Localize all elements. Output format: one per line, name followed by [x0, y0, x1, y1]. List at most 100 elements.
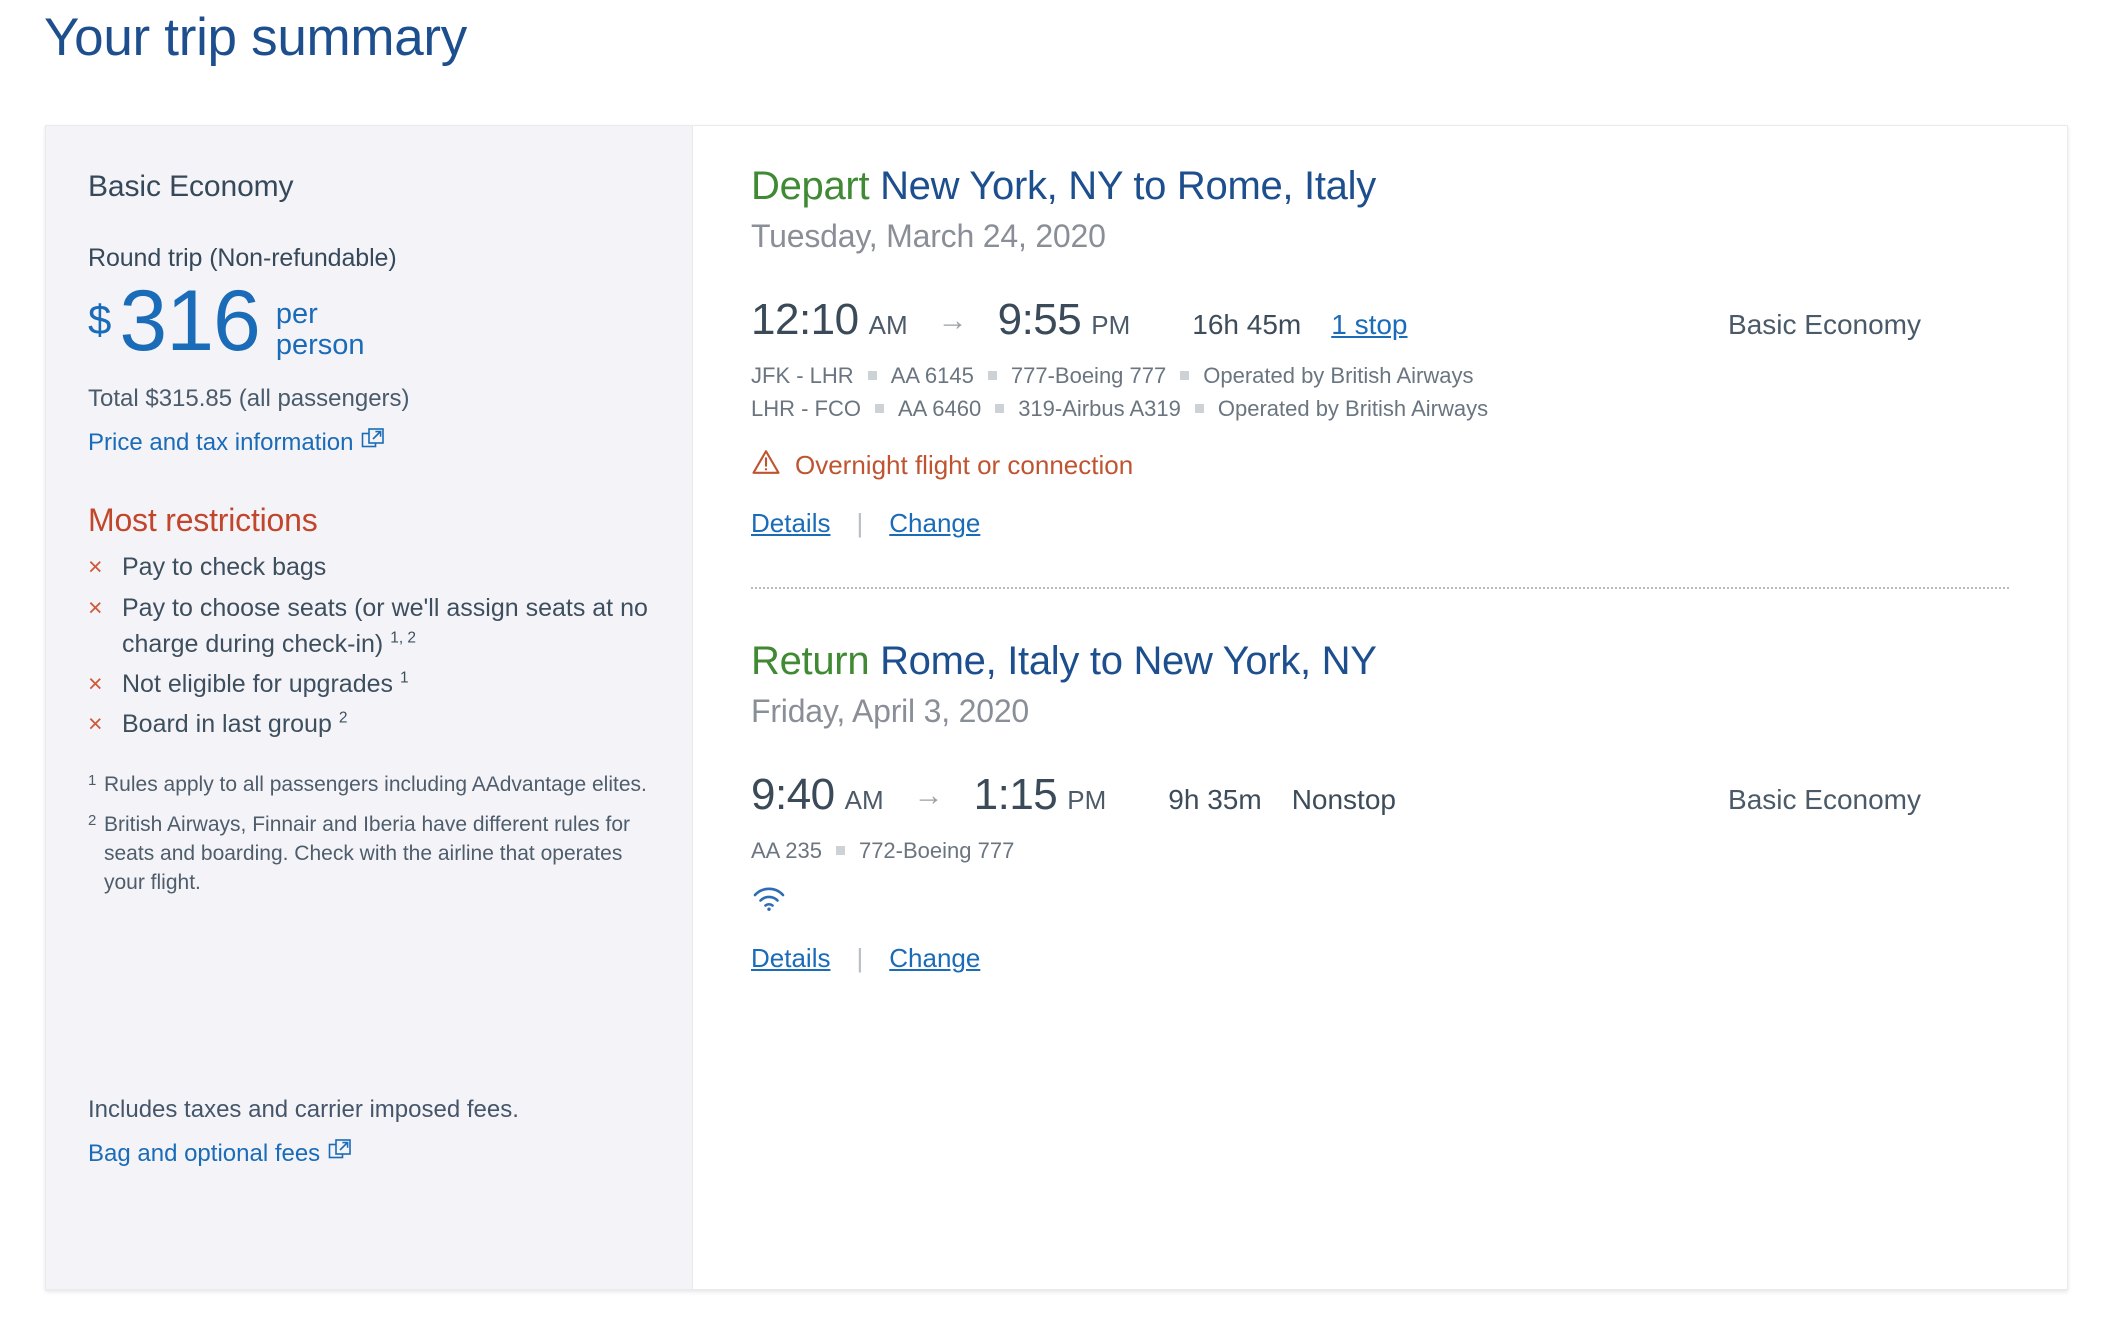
flight-duration: 16h 45m	[1192, 309, 1301, 341]
total-price-line: Total $315.85 (all passengers)	[88, 385, 650, 413]
arrive-meridiem: PM	[1067, 785, 1106, 816]
arrow-icon: →	[938, 304, 968, 338]
cabin-class: Basic Economy	[1728, 309, 2009, 341]
price-unit: per person	[276, 299, 365, 360]
change-link[interactable]: Change	[889, 508, 980, 539]
price-unit-line1: per	[276, 298, 318, 330]
action-separator: |	[856, 943, 863, 974]
segment-row: AA 235 772-Boeing 777	[751, 834, 2009, 867]
segment-operator: Operated by British Airways	[1218, 392, 1488, 425]
itinerary-panel: Depart New York, NY to Rome, Italy Tuesd…	[693, 126, 2067, 1289]
restriction-text: Board in last group	[122, 710, 332, 738]
restriction-footnote-ref: 1, 2	[390, 629, 416, 646]
leg-date: Friday, April 3, 2020	[751, 693, 2009, 730]
leg-actions: Details | Change	[751, 508, 2009, 539]
price-and-tax-information-link[interactable]: Price and tax information	[88, 427, 385, 458]
details-link[interactable]: Details	[751, 508, 830, 539]
stops-link[interactable]: 1 stop	[1331, 309, 1407, 341]
footnote-marker: 2	[88, 811, 104, 898]
segment-aircraft: 772-Boeing 777	[859, 834, 1014, 867]
price-block: $ 316 per person	[88, 279, 650, 363]
x-mark-icon: ×	[88, 590, 122, 626]
restriction-item: × Pay to check bags	[88, 549, 650, 585]
currency-symbol: $	[88, 299, 111, 341]
flight-segments: JFK - LHR AA 6145 777-Boeing 777 Operate…	[751, 359, 2009, 425]
fare-name: Basic Economy	[88, 170, 650, 204]
segment-aircraft: 777-Boeing 777	[1011, 359, 1166, 392]
footnotes: 1 Rules apply to all passengers includin…	[88, 771, 650, 899]
arrow-icon: →	[914, 779, 944, 813]
change-link[interactable]: Change	[889, 943, 980, 974]
footnote-text: British Airways, Finnair and Iberia have…	[104, 811, 650, 898]
segment-separator-icon	[1180, 371, 1189, 380]
segment-row: LHR - FCO AA 6460 319-Airbus A319 Operat…	[751, 392, 2009, 425]
leg-times-row: 9:40 AM → 1:15 PM 9h 35m Nonstop Basic E…	[751, 770, 2009, 820]
leg-date: Tuesday, March 24, 2020	[751, 218, 2009, 255]
depart-meridiem: AM	[869, 310, 908, 341]
footnote-marker: 1	[88, 771, 104, 800]
restriction-footnote-ref: 1	[400, 670, 409, 687]
leg-route: New York, NY to Rome, Italy	[880, 164, 1376, 208]
flight-duration: 9h 35m	[1168, 784, 1261, 816]
leg-times-row: 12:10 AM → 9:55 PM 16h 45m 1 stop Basic …	[751, 295, 2009, 345]
price-and-tax-information-label: Price and tax information	[88, 429, 353, 457]
restriction-text: Not eligible for upgrades	[122, 670, 393, 698]
x-mark-icon: ×	[88, 706, 122, 742]
restrictions-list: × Pay to check bags × Pay to choose seat…	[88, 549, 650, 742]
wifi-icon	[751, 900, 787, 917]
segment-route: LHR - FCO	[751, 392, 861, 425]
price-unit-line2: person	[276, 329, 365, 361]
restriction-text: Pay to choose seats (or we'll assign sea…	[122, 594, 648, 658]
warning-triangle-icon	[751, 447, 795, 484]
segment-operator: Operated by British Airways	[1203, 359, 1473, 392]
segment-aircraft: 319-Airbus A319	[1018, 392, 1181, 425]
segment-route: JFK - LHR	[751, 359, 854, 392]
restriction-item: × Board in last group 2	[88, 706, 650, 742]
leg-heading: Return Rome, Italy to New York, NY	[751, 637, 2009, 685]
trip-type-label: Round trip (Non-refundable)	[88, 244, 650, 273]
bag-and-optional-fees-link[interactable]: Bag and optional fees	[88, 1138, 352, 1169]
segment-separator-icon	[995, 404, 1004, 413]
page-title: Your trip summary	[44, 8, 467, 69]
action-separator: |	[856, 508, 863, 539]
arrive-time: 9:55	[998, 295, 1082, 345]
arrive-meridiem: PM	[1091, 310, 1130, 341]
details-link[interactable]: Details	[751, 943, 830, 974]
leg-direction: Depart	[751, 164, 869, 208]
flight-leg-depart: Depart New York, NY to Rome, Italy Tuesd…	[751, 162, 2009, 589]
x-mark-icon: ×	[88, 666, 122, 702]
restriction-footnote-ref: 2	[339, 710, 348, 727]
footnote-item: 1 Rules apply to all passengers includin…	[88, 771, 650, 800]
bag-and-optional-fees-label: Bag and optional fees	[88, 1140, 320, 1168]
leg-heading: Depart New York, NY to Rome, Italy	[751, 162, 2009, 210]
overnight-warning-text: Overnight flight or connection	[795, 450, 1133, 481]
external-link-icon	[328, 1138, 352, 1169]
depart-time: 9:40	[751, 770, 835, 820]
depart-meridiem: AM	[845, 785, 884, 816]
stops-label: Nonstop	[1292, 784, 1396, 816]
trip-summary-card: Basic Economy Round trip (Non-refundable…	[45, 125, 2068, 1290]
cabin-class: Basic Economy	[1728, 784, 2009, 816]
flight-leg-return: Return Rome, Italy to New York, NY Frida…	[751, 637, 2009, 974]
flight-segments: AA 235 772-Boeing 777	[751, 834, 2009, 867]
segment-flight-number: AA 6460	[898, 392, 981, 425]
x-mark-icon: ×	[88, 549, 122, 585]
footnote-text: Rules apply to all passengers including …	[104, 771, 650, 800]
segment-separator-icon	[1195, 404, 1204, 413]
footnote-item: 2 British Airways, Finnair and Iberia ha…	[88, 811, 650, 898]
leg-divider	[751, 587, 2009, 589]
overnight-warning: Overnight flight or connection	[751, 447, 2009, 484]
restriction-text: Pay to check bags	[122, 553, 326, 581]
depart-time: 12:10	[751, 295, 859, 345]
restriction-item: × Pay to choose seats (or we'll assign s…	[88, 590, 650, 663]
segment-separator-icon	[988, 371, 997, 380]
restrictions-title: Most restrictions	[88, 502, 650, 539]
restriction-item: × Not eligible for upgrades 1	[88, 666, 650, 702]
arrive-time: 1:15	[974, 770, 1058, 820]
segment-separator-icon	[868, 371, 877, 380]
segment-separator-icon	[836, 846, 845, 855]
includes-taxes-note: Includes taxes and carrier imposed fees.	[88, 1096, 628, 1124]
page-root: Your trip summary Basic Economy Round tr…	[0, 0, 2126, 1324]
external-link-icon	[361, 427, 385, 458]
segment-separator-icon	[875, 404, 884, 413]
